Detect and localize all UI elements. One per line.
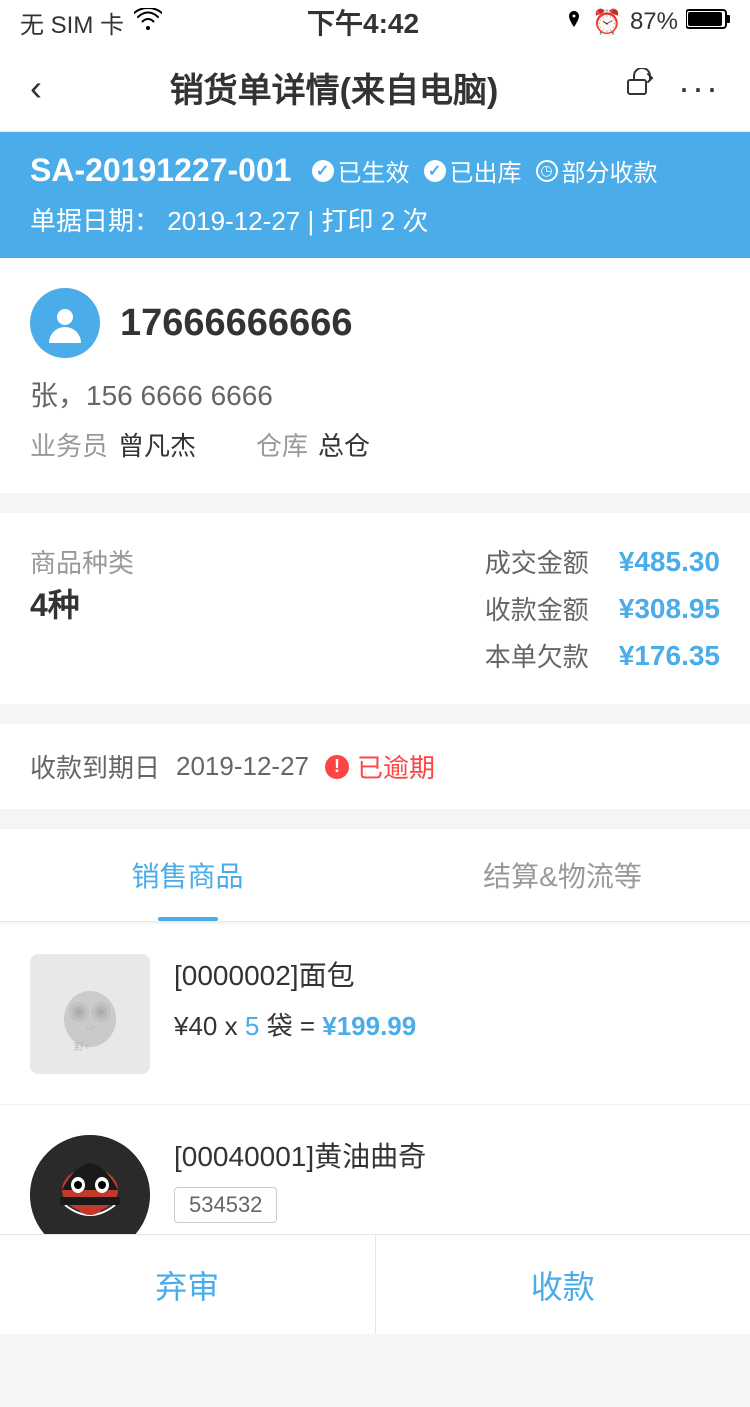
received-amount: ¥308.95 [619, 593, 720, 625]
customer-section: 17666666666 张，156 6666 6666 业务员 曾凡杰 仓库 总… [0, 258, 750, 493]
customer-phone: 张，156 6666 6666 [30, 374, 720, 414]
deal-amount-row: 成交金额 ¥485.30 [485, 543, 720, 580]
nav-bar: ‹ 销货单详情(来自电脑) ··· [0, 44, 750, 132]
summary-section: 商品种类 4种 成交金额 ¥485.30 收款金额 ¥308.95 本单欠款 ¥… [0, 513, 750, 704]
share-icon[interactable] [626, 68, 658, 108]
product-kinds-value: 4种 [30, 580, 134, 626]
owed-row: 本单欠款 ¥176.35 [485, 637, 720, 674]
tabs-container: 销售商品 结算&物流等 [0, 829, 750, 922]
warehouse: 仓库 总仓 [256, 426, 370, 463]
tabs-section: 销售商品 结算&物流等 [0, 829, 750, 922]
overdue-text: 已逾期 [357, 748, 435, 785]
product-name-1: [0000002]面包 [174, 954, 720, 994]
sales-person: 业务员 曾凡杰 [30, 426, 196, 463]
order-date: 单据日期： 2019-12-27 | 打印 2 次 [30, 201, 720, 238]
clock-icon: ◷ [536, 160, 558, 182]
overdue-badge: ! 已逾期 [325, 748, 435, 785]
product-info-1: [0000002]面包 ¥40 x 5 袋 = ¥199.99 [174, 954, 720, 1043]
product-price-1: ¥40 x 5 袋 = ¥199.99 [174, 1006, 720, 1043]
order-id: SA-20191227-001 [30, 152, 292, 189]
status-left: 无 SIM 卡 [20, 5, 162, 40]
bottom-bar: 弃审 收款 [0, 1234, 750, 1334]
avatar [30, 288, 100, 358]
deal-amount: ¥485.30 [619, 546, 720, 578]
nav-actions: ··· [626, 67, 720, 109]
product-image-1: 野+ [30, 954, 150, 1074]
date-value: 2019-12-27 [167, 206, 300, 236]
status-time: 下午4:42 [307, 2, 419, 42]
amount-summary: 成交金额 ¥485.30 收款金额 ¥308.95 本单欠款 ¥176.35 [485, 543, 720, 674]
status-right: ⏰ 87% [564, 8, 730, 37]
product-name-2: [00040001]黄油曲奇 [174, 1135, 720, 1175]
status-badges: ✓ 已生效 ✓ 已出库 ◷ 部分收款 [312, 153, 658, 188]
alarm-icon: ⏰ [592, 8, 622, 37]
product-kinds: 商品种类 4种 [30, 543, 134, 626]
sales-person-value: 曾凡杰 [118, 426, 196, 463]
due-date: 2019-12-27 [176, 751, 309, 782]
check-icon-1: ✓ [312, 160, 334, 182]
product-qty-1: 5 [245, 1011, 259, 1041]
product-tag-2: 534532 [174, 1187, 277, 1223]
status-bar: 无 SIM 卡 下午4:42 ⏰ 87% [0, 0, 750, 44]
check-icon-2: ✓ [424, 160, 446, 182]
tab-settlement[interactable]: 结算&物流等 [375, 829, 750, 921]
svg-text:野+: 野+ [74, 1041, 90, 1053]
back-button[interactable]: ‹ [30, 67, 42, 109]
print-count: 2 [381, 206, 395, 236]
cancel-button[interactable]: 弃审 [0, 1235, 375, 1334]
due-section: 收款到期日 2019-12-27 ! 已逾期 [0, 724, 750, 809]
received-row: 收款金额 ¥308.95 [485, 590, 720, 627]
page-title: 销货单详情(来自电脑) [170, 63, 499, 112]
badge-activated: ✓ 已生效 [312, 153, 410, 188]
wifi-icon [134, 8, 162, 37]
carrier-text: 无 SIM 卡 [20, 5, 124, 40]
more-icon[interactable]: ··· [678, 67, 720, 109]
tab-sales-products[interactable]: 销售商品 [0, 829, 375, 921]
badge-shipped: ✓ 已出库 [424, 153, 522, 188]
customer-id: 17666666666 [120, 302, 352, 345]
product-item: 野+ [0000002]面包 ¥40 x 5 袋 = ¥199.99 [0, 924, 750, 1105]
order-header: SA-20191227-001 ✓ 已生效 ✓ 已出库 ◷ 部分收款 单据日期：… [0, 132, 750, 258]
warehouse-value: 总仓 [318, 426, 370, 463]
overdue-icon: ! [325, 755, 349, 779]
customer-meta: 业务员 曾凡杰 仓库 总仓 [30, 426, 720, 463]
confirm-button[interactable]: 收款 [375, 1235, 750, 1334]
battery-text: 87% [630, 8, 678, 36]
owed-amount: ¥176.35 [619, 640, 720, 672]
badge-partial-payment: ◷ 部分收款 [536, 153, 658, 188]
product-total-1: ¥199.99 [322, 1011, 416, 1041]
battery-icon [686, 8, 730, 37]
location-icon [564, 8, 584, 36]
